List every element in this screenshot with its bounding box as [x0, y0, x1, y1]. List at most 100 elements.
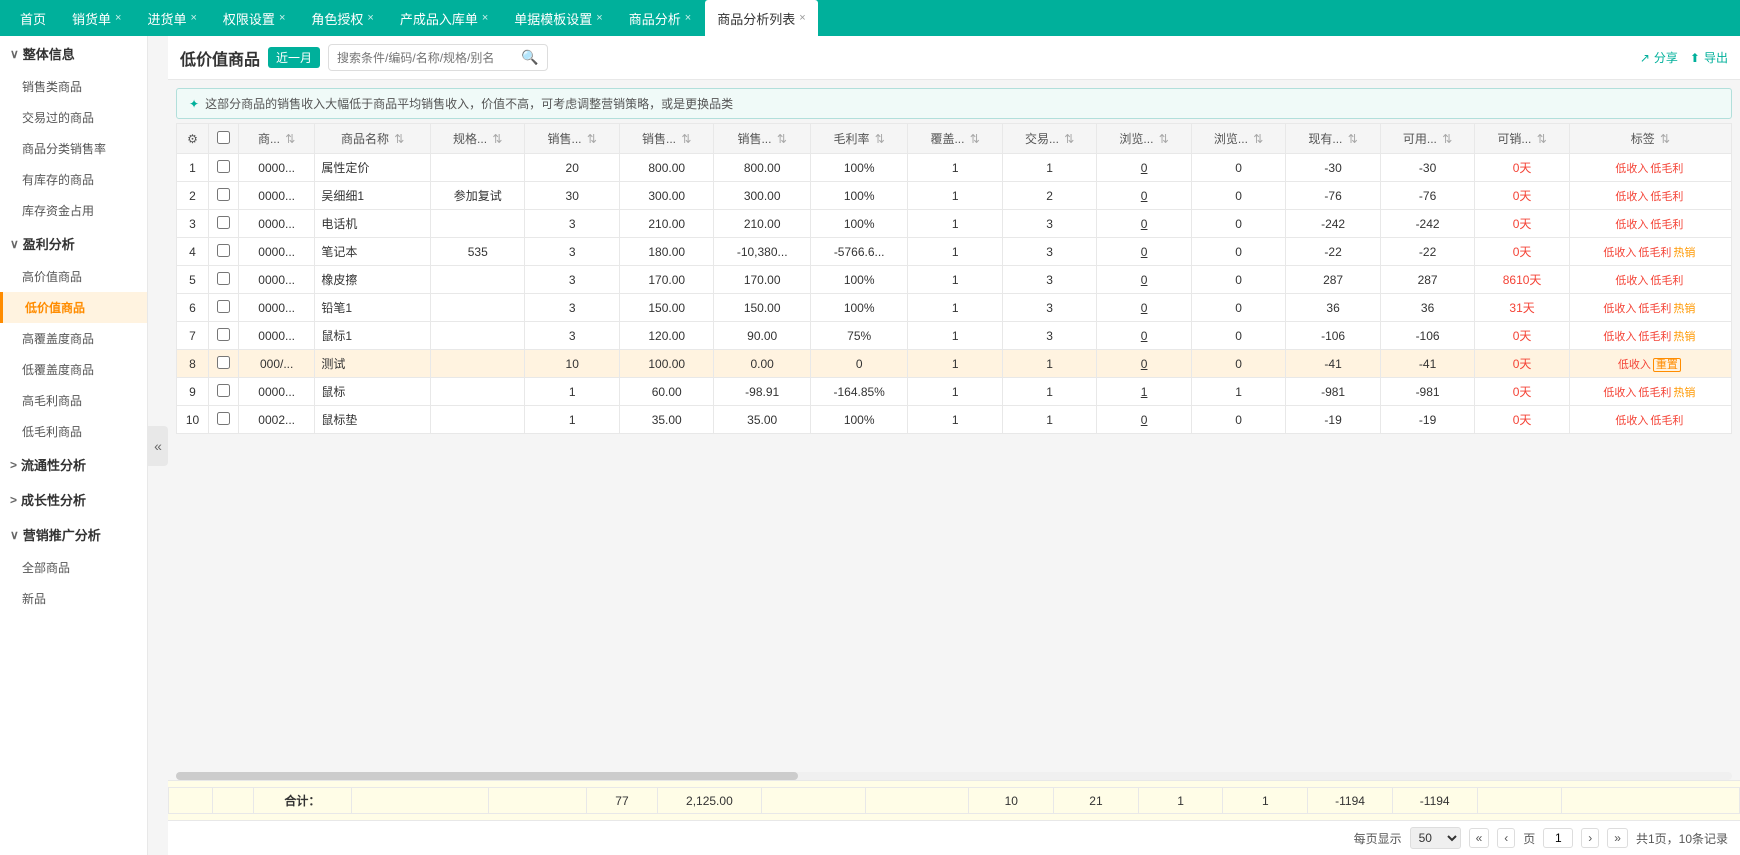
nav-item-首页[interactable]: 首页 [8, 0, 58, 36]
browse-link[interactable]: 0 [1141, 217, 1148, 231]
row-checkbox[interactable] [209, 266, 239, 294]
avail-col-header[interactable]: 可用... ⇅ [1380, 124, 1474, 154]
sales-profit-col-header[interactable]: 销售... ⇅ [714, 124, 810, 154]
period-tag[interactable]: 近一月 [268, 47, 320, 68]
tags-col-header[interactable]: 标签 ⇅ [1569, 124, 1731, 154]
browse-link[interactable]: 0 [1141, 245, 1148, 259]
sidebar-item-低价值商品[interactable]: 低价值商品 [0, 292, 147, 323]
close-icon[interactable]: × [685, 12, 691, 24]
sidebar-group-3[interactable]: > 成长性分析 [0, 482, 147, 517]
select-all-checkbox[interactable] [217, 131, 230, 144]
row-checkbox-input[interactable] [217, 384, 230, 397]
sales-profit: 90.00 [714, 322, 810, 350]
row-checkbox-input[interactable] [217, 244, 230, 257]
last-page-button[interactable]: » [1607, 828, 1628, 848]
nav-item-单据模板设置[interactable]: 单据模板设置 × [502, 0, 614, 36]
sidebar-item-高覆盖度商品[interactable]: 高覆盖度商品 [0, 323, 147, 354]
horizontal-scrollbar[interactable] [176, 772, 1732, 780]
row-checkbox-input[interactable] [217, 160, 230, 173]
coverage-col-header[interactable]: 覆盖... ⇅ [908, 124, 1002, 154]
name-col-header[interactable]: 商品名称 ⇅ [315, 124, 431, 154]
search-icon[interactable]: 🔍 [521, 49, 538, 66]
nav-item-商品分析列表[interactable]: 商品分析列表 × [705, 0, 817, 36]
sidebar-item-商品分类销售率[interactable]: 商品分类销售率 [0, 133, 147, 164]
close-icon[interactable]: × [799, 12, 805, 24]
row-checkbox[interactable] [209, 350, 239, 378]
per-page-select[interactable]: 50 100 200 [1410, 827, 1461, 849]
spec-col-header[interactable]: 规格... ⇅ [431, 124, 525, 154]
row-checkbox[interactable] [209, 154, 239, 182]
nav-item-权限设置[interactable]: 权限设置 × [211, 0, 297, 36]
collapse-button[interactable]: « [148, 426, 168, 466]
prev-page-button[interactable]: ‹ [1497, 828, 1515, 848]
available: -19 [1380, 406, 1474, 434]
days-col-header[interactable]: 可销... ⇅ [1475, 124, 1569, 154]
row-checkbox[interactable] [209, 238, 239, 266]
check-col-header[interactable] [209, 124, 239, 154]
browse-link[interactable]: 0 [1141, 273, 1148, 287]
nav-item-销货单[interactable]: 销货单 × [60, 0, 133, 36]
sidebar-group-1[interactable]: ∨ 盈利分析 [0, 226, 147, 261]
close-icon[interactable]: × [367, 12, 373, 24]
nav-item-进货单[interactable]: 进货单 × [135, 0, 208, 36]
trade-col-header[interactable]: 交易... ⇅ [1002, 124, 1096, 154]
row-checkbox-input[interactable] [217, 356, 230, 369]
sidebar-group-4[interactable]: ∨ 营销推广分析 [0, 517, 147, 552]
browse-link[interactable]: 0 [1141, 329, 1148, 343]
sidebar-item-全部商品[interactable]: 全部商品 [0, 552, 147, 583]
row-checkbox-input[interactable] [217, 188, 230, 201]
search-input[interactable] [337, 51, 517, 65]
row-checkbox-input[interactable] [217, 216, 230, 229]
scrollbar-thumb[interactable] [176, 772, 798, 780]
close-icon[interactable]: × [482, 12, 488, 24]
nav-item-商品分析[interactable]: 商品分析 × [617, 0, 703, 36]
sidebar-item-交易过的商品[interactable]: 交易过的商品 [0, 102, 147, 133]
sidebar-item-销售类商品[interactable]: 销售类商品 [0, 71, 147, 102]
sidebar-item-新品[interactable]: 新品 [0, 583, 147, 614]
browse-link[interactable]: 0 [1141, 161, 1148, 175]
row-checkbox[interactable] [209, 294, 239, 322]
tag-label: 低收入 [1603, 247, 1636, 259]
close-icon[interactable]: × [596, 12, 602, 24]
browse-link[interactable]: 0 [1141, 357, 1148, 371]
row-checkbox[interactable] [209, 406, 239, 434]
row-checkbox-input[interactable] [217, 328, 230, 341]
row-checkbox[interactable] [209, 322, 239, 350]
browse-link[interactable]: 0 [1141, 413, 1148, 427]
first-page-button[interactable]: « [1469, 828, 1490, 848]
sidebar-item-高毛利商品[interactable]: 高毛利商品 [0, 385, 147, 416]
sidebar-item-库存资金占用[interactable]: 库存资金占用 [0, 195, 147, 226]
sales-qty-col-header[interactable]: 销售... ⇅ [525, 124, 619, 154]
settings-col-header[interactable]: ⚙ [177, 124, 209, 154]
sidebar-item-高价值商品[interactable]: 高价值商品 [0, 261, 147, 292]
close-icon[interactable]: × [190, 12, 196, 24]
row-checkbox-input[interactable] [217, 300, 230, 313]
nav-item-角色授权[interactable]: 角色授权 × [299, 0, 385, 36]
browse-link[interactable]: 1 [1141, 385, 1148, 399]
close-icon[interactable]: × [115, 12, 121, 24]
browse1-col-header[interactable]: 浏览... ⇅ [1097, 124, 1191, 154]
browse2-col-header[interactable]: 浏览... ⇅ [1191, 124, 1285, 154]
stock-col-header[interactable]: 现有... ⇅ [1286, 124, 1380, 154]
row-checkbox[interactable] [209, 182, 239, 210]
code-col-header[interactable]: 商... ⇅ [239, 124, 315, 154]
page-number-input[interactable] [1543, 828, 1573, 848]
sidebar-item-低覆盖度商品[interactable]: 低覆盖度商品 [0, 354, 147, 385]
sidebar-item-低毛利商品[interactable]: 低毛利商品 [0, 416, 147, 447]
row-checkbox-input[interactable] [217, 412, 230, 425]
browse-link[interactable]: 0 [1141, 301, 1148, 315]
browse-link[interactable]: 0 [1141, 189, 1148, 203]
row-checkbox-input[interactable] [217, 272, 230, 285]
nav-item-产成品入库单[interactable]: 产成品入库单 × [388, 0, 500, 36]
row-checkbox[interactable] [209, 210, 239, 238]
sidebar-group-2[interactable]: > 流通性分析 [0, 447, 147, 482]
close-icon[interactable]: × [279, 12, 285, 24]
share-button[interactable]: ↗ 分享 [1640, 49, 1678, 66]
next-page-button[interactable]: › [1581, 828, 1599, 848]
export-button[interactable]: ⬆ 导出 [1690, 49, 1728, 66]
sales-amt-col-header[interactable]: 销售... ⇅ [619, 124, 713, 154]
gross-margin-col-header[interactable]: 毛利率 ⇅ [810, 124, 908, 154]
sidebar-item-有库存的商品[interactable]: 有库存的商品 [0, 164, 147, 195]
row-checkbox[interactable] [209, 378, 239, 406]
sidebar-group-0[interactable]: ∨ 整体信息 [0, 36, 147, 71]
